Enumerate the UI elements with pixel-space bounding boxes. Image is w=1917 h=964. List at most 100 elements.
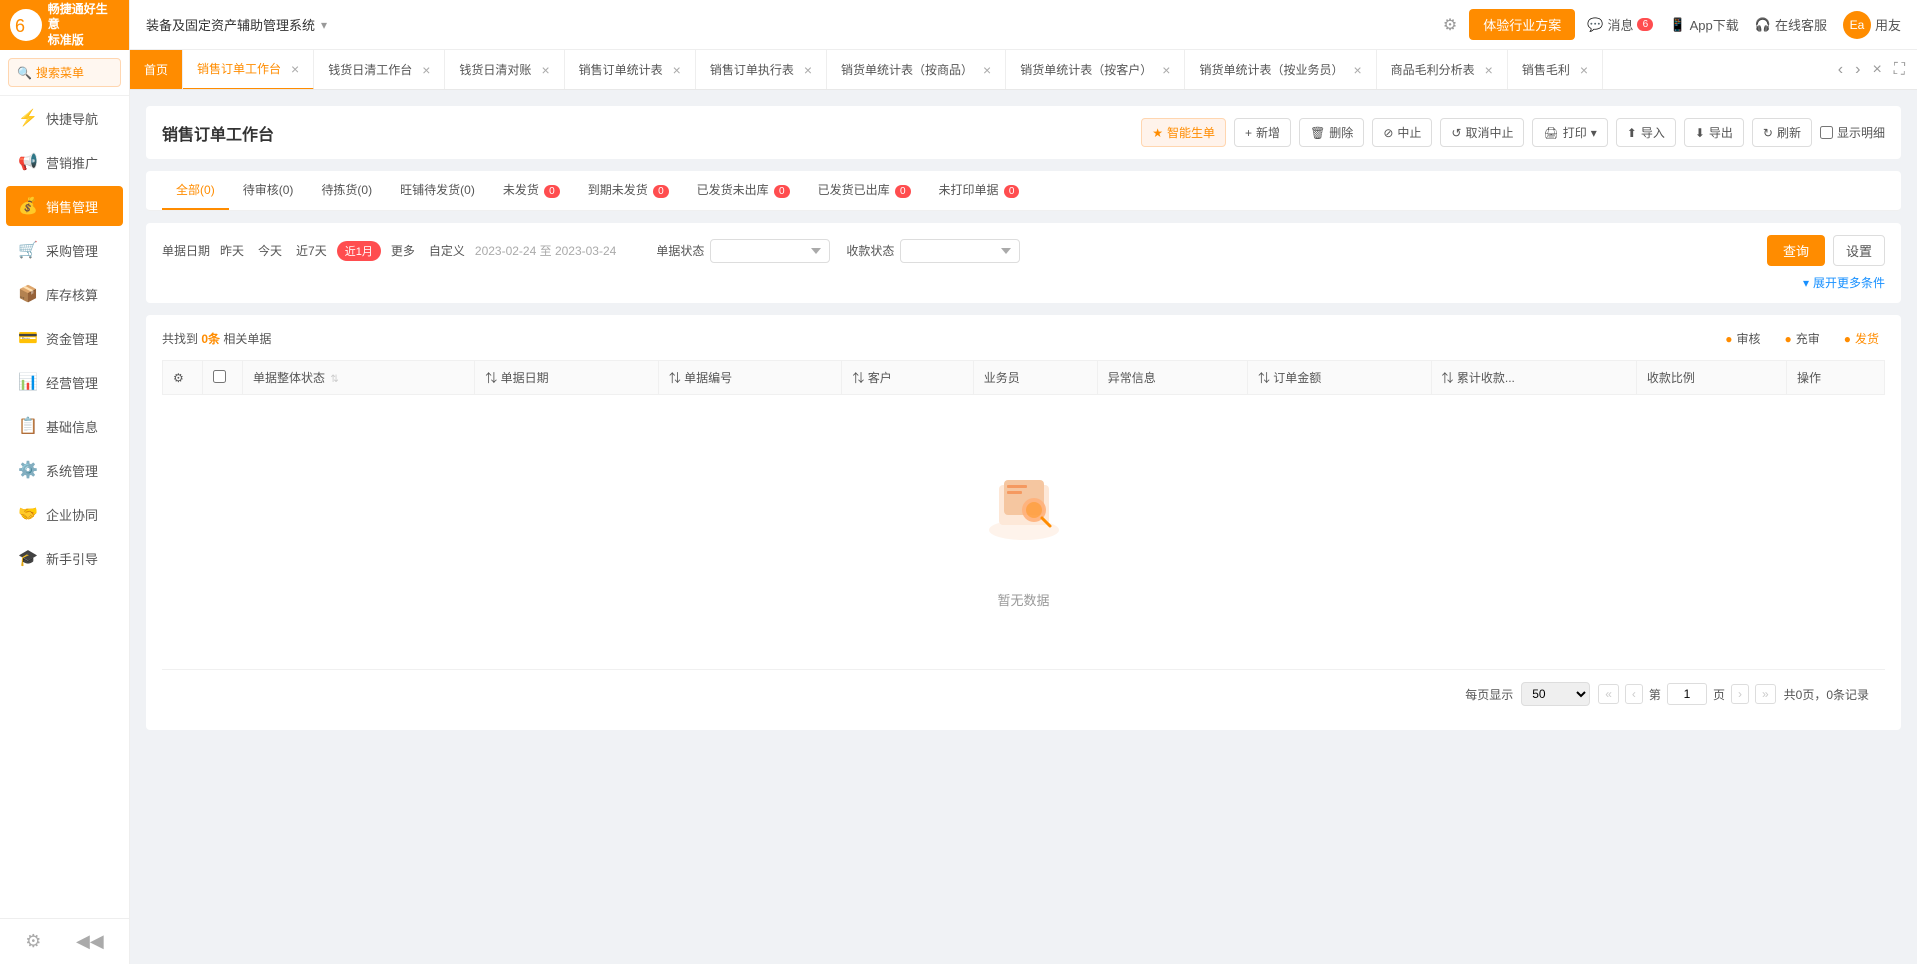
query-button[interactable]: 查询 xyxy=(1767,235,1825,266)
user-menu-button[interactable]: Ea 用友 xyxy=(1843,11,1901,39)
delete-button[interactable]: 🗑 删除 xyxy=(1299,118,1364,147)
close-tab-daily-cash[interactable]: × xyxy=(422,62,430,78)
subtab-not-shipped[interactable]: 未发货 0 xyxy=(489,171,574,210)
filter-opt-yesterday[interactable]: 昨天 xyxy=(216,240,248,261)
status-select[interactable] xyxy=(710,239,830,263)
online-service-button[interactable]: 🎧 在线客服 xyxy=(1755,15,1827,34)
ship-circle-icon: ● xyxy=(1844,332,1851,346)
filter-opt-7days[interactable]: 近7天 xyxy=(292,240,331,261)
tab-sales-increase[interactable]: 销售毛利 × xyxy=(1508,50,1603,90)
tab-sales-stats-staff[interactable]: 销货单统计表（按业务员） × xyxy=(1185,50,1376,90)
tab-sales-stats-product[interactable]: 销货单统计表（按商品） × xyxy=(827,50,1006,90)
sidebar-item-operations[interactable]: 📊 经营管理 xyxy=(6,362,123,402)
show-detail-checkbox[interactable] xyxy=(1820,126,1833,139)
filter-expand-button[interactable]: ▾ 展开更多条件 xyxy=(1803,274,1885,291)
add-button[interactable]: + 新增 xyxy=(1234,118,1291,147)
stop-button[interactable]: ⊘ 中止 xyxy=(1372,118,1432,147)
print-button[interactable]: 🖨 打印 ▾ xyxy=(1532,118,1607,147)
sidebar-logo: 6 畅捷通好生意 标准版 xyxy=(0,0,129,50)
sidebar: 6 畅捷通好生意 标准版 🔍 搜索菜单 ⚡ 快捷导航 📢 营销推广 💰 销售管理… xyxy=(0,0,130,964)
filter-opt-1month[interactable]: 近1月 xyxy=(337,241,381,261)
close-tab-sales-stats-staff[interactable]: × xyxy=(1353,62,1361,78)
sidebar-item-guide[interactable]: 🎓 新手引导 xyxy=(6,538,123,578)
subtab-overdue-not-shipped[interactable]: 到期未发货 0 xyxy=(574,171,683,210)
tab-sales-order-exec[interactable]: 销售订单执行表 × xyxy=(696,50,827,90)
uncancel-button[interactable]: ↺ 取消中止 xyxy=(1440,118,1524,147)
tab-home[interactable]: 首页 xyxy=(130,50,183,90)
override-action-button[interactable]: ● 充审 xyxy=(1778,327,1825,350)
filter-setting-button[interactable]: 设置 xyxy=(1833,235,1885,266)
column-settings-icon[interactable]: ⚙ xyxy=(173,371,184,385)
message-button[interactable]: 💬 消息 6 xyxy=(1587,15,1653,34)
topbar-dropdown-icon[interactable]: ▾ xyxy=(321,18,327,32)
import-button[interactable]: ⬆ 导入 xyxy=(1616,118,1676,147)
page-number-input[interactable] xyxy=(1667,683,1707,705)
close-tab-sales-stats-product[interactable]: × xyxy=(983,62,991,78)
ship-action-button[interactable]: ● 发货 xyxy=(1838,327,1885,350)
filter-date-range: 2023-02-24 至 2023-03-24 xyxy=(475,242,616,259)
page-last-button[interactable]: » xyxy=(1755,684,1776,704)
sidebar-item-marketing[interactable]: 📢 营销推广 xyxy=(6,142,123,182)
tab-nav-next[interactable]: › xyxy=(1851,59,1864,81)
tab-sales-stats-customer[interactable]: 销货单统计表（按客户） × xyxy=(1006,50,1185,90)
subtab-all[interactable]: 全部(0) xyxy=(162,171,229,210)
sidebar-item-system[interactable]: ⚙️ 系统管理 xyxy=(6,450,123,490)
sidebar-item-inventory[interactable]: 📦 库存核算 xyxy=(6,274,123,314)
export-button[interactable]: ⬇ 导出 xyxy=(1684,118,1744,147)
tab-cash-goods-reconcile[interactable]: 钱货日清对账 × xyxy=(445,50,564,90)
subtab-shipped-out[interactable]: 已发货已出库 0 xyxy=(804,171,925,210)
close-tab-sales-increase[interactable]: × xyxy=(1580,62,1588,78)
review-action-button[interactable]: ● 审核 xyxy=(1719,327,1766,350)
page-first-button[interactable]: « xyxy=(1598,684,1619,704)
settings-bottom-icon[interactable]: ⚙ xyxy=(21,927,45,956)
close-tab-sales-order-workbench[interactable]: × xyxy=(291,61,299,77)
sidebar-item-finance[interactable]: 💳 资金管理 xyxy=(6,318,123,358)
close-tab-sales-order-exec[interactable]: × xyxy=(804,62,812,78)
subtab-not-printed[interactable]: 未打印单据 0 xyxy=(925,171,1034,210)
tab-nav-fullscreen[interactable]: ⛶ xyxy=(1890,59,1909,81)
tab-nav-prev[interactable]: ‹ xyxy=(1834,59,1847,81)
close-tab-product-margin[interactable]: × xyxy=(1485,62,1493,78)
search-icon: 🔍 xyxy=(17,66,32,80)
not-printed-badge: 0 xyxy=(1004,185,1020,198)
th-operation: 操作 xyxy=(1786,361,1884,395)
tab-daily-cash[interactable]: 钱货日清工作台 × xyxy=(314,50,445,90)
page-next-button[interactable]: › xyxy=(1731,684,1749,704)
th-settings: ⚙ xyxy=(163,361,203,395)
filter-opt-today[interactable]: 今天 xyxy=(254,240,286,261)
close-tab-sales-order-stats[interactable]: × xyxy=(673,62,681,78)
refresh-button[interactable]: ↻ 刷新 xyxy=(1752,118,1812,147)
subtab-wangpu[interactable]: 旺铺待发货(0) xyxy=(386,171,489,210)
app-download-button[interactable]: 📱 App下载 xyxy=(1669,15,1738,34)
sidebar-item-basic[interactable]: 📋 基础信息 xyxy=(6,406,123,446)
stop-icon: ⊘ xyxy=(1383,126,1393,140)
select-all-checkbox[interactable] xyxy=(213,370,226,383)
tab-product-margin[interactable]: 商品毛利分析表 × xyxy=(1377,50,1508,90)
tab-nav-close-current[interactable]: × xyxy=(1868,59,1885,81)
sidebar-item-cooperation[interactable]: 🤝 企业协同 xyxy=(6,494,123,534)
page-prev-button[interactable]: ‹ xyxy=(1625,684,1643,704)
sidebar-item-quick-nav[interactable]: ⚡ 快捷导航 xyxy=(6,98,123,138)
payment-select[interactable] xyxy=(900,239,1020,263)
headset-icon: 🎧 xyxy=(1755,17,1771,33)
sidebar-item-purchase[interactable]: 🛒 采购管理 xyxy=(6,230,123,270)
tab-sales-order-workbench[interactable]: 销售订单工作台 × xyxy=(183,50,314,90)
close-tab-cash-goods-reconcile[interactable]: × xyxy=(541,62,549,78)
subtab-pending-inspect[interactable]: 待拣货(0) xyxy=(307,171,386,210)
sidebar-item-sales[interactable]: 💰 销售管理 xyxy=(6,186,123,226)
filter-opt-more[interactable]: 更多 xyxy=(387,240,419,261)
search-menu-button[interactable]: 🔍 搜索菜单 xyxy=(8,58,121,87)
page-size-select[interactable]: 50 100 200 xyxy=(1521,682,1590,706)
print-icon: 🖨 xyxy=(1543,126,1558,140)
table-scroll-area[interactable]: ⚙ 单据整体状态 ⇅ ⇅ 单据日期 xyxy=(162,360,1885,395)
tab-sales-order-stats[interactable]: 销售订单统计表 × xyxy=(565,50,696,90)
close-tab-sales-stats-customer[interactable]: × xyxy=(1162,62,1170,78)
subtab-shipped-not-out[interactable]: 已发货未出库 0 xyxy=(683,171,804,210)
smart-create-button[interactable]: ★ 智能生单 xyxy=(1141,118,1226,147)
collapse-sidebar-icon[interactable]: ◀◀ xyxy=(72,927,108,956)
subtab-pending-review[interactable]: 待审核(0) xyxy=(229,171,308,210)
topbar-gear-icon[interactable]: ⚙ xyxy=(1443,15,1457,35)
industry-solution-button[interactable]: 体验行业方案 xyxy=(1469,9,1575,40)
show-detail-label[interactable]: 显示明细 xyxy=(1820,124,1885,141)
filter-opt-custom[interactable]: 自定义 xyxy=(425,240,469,261)
